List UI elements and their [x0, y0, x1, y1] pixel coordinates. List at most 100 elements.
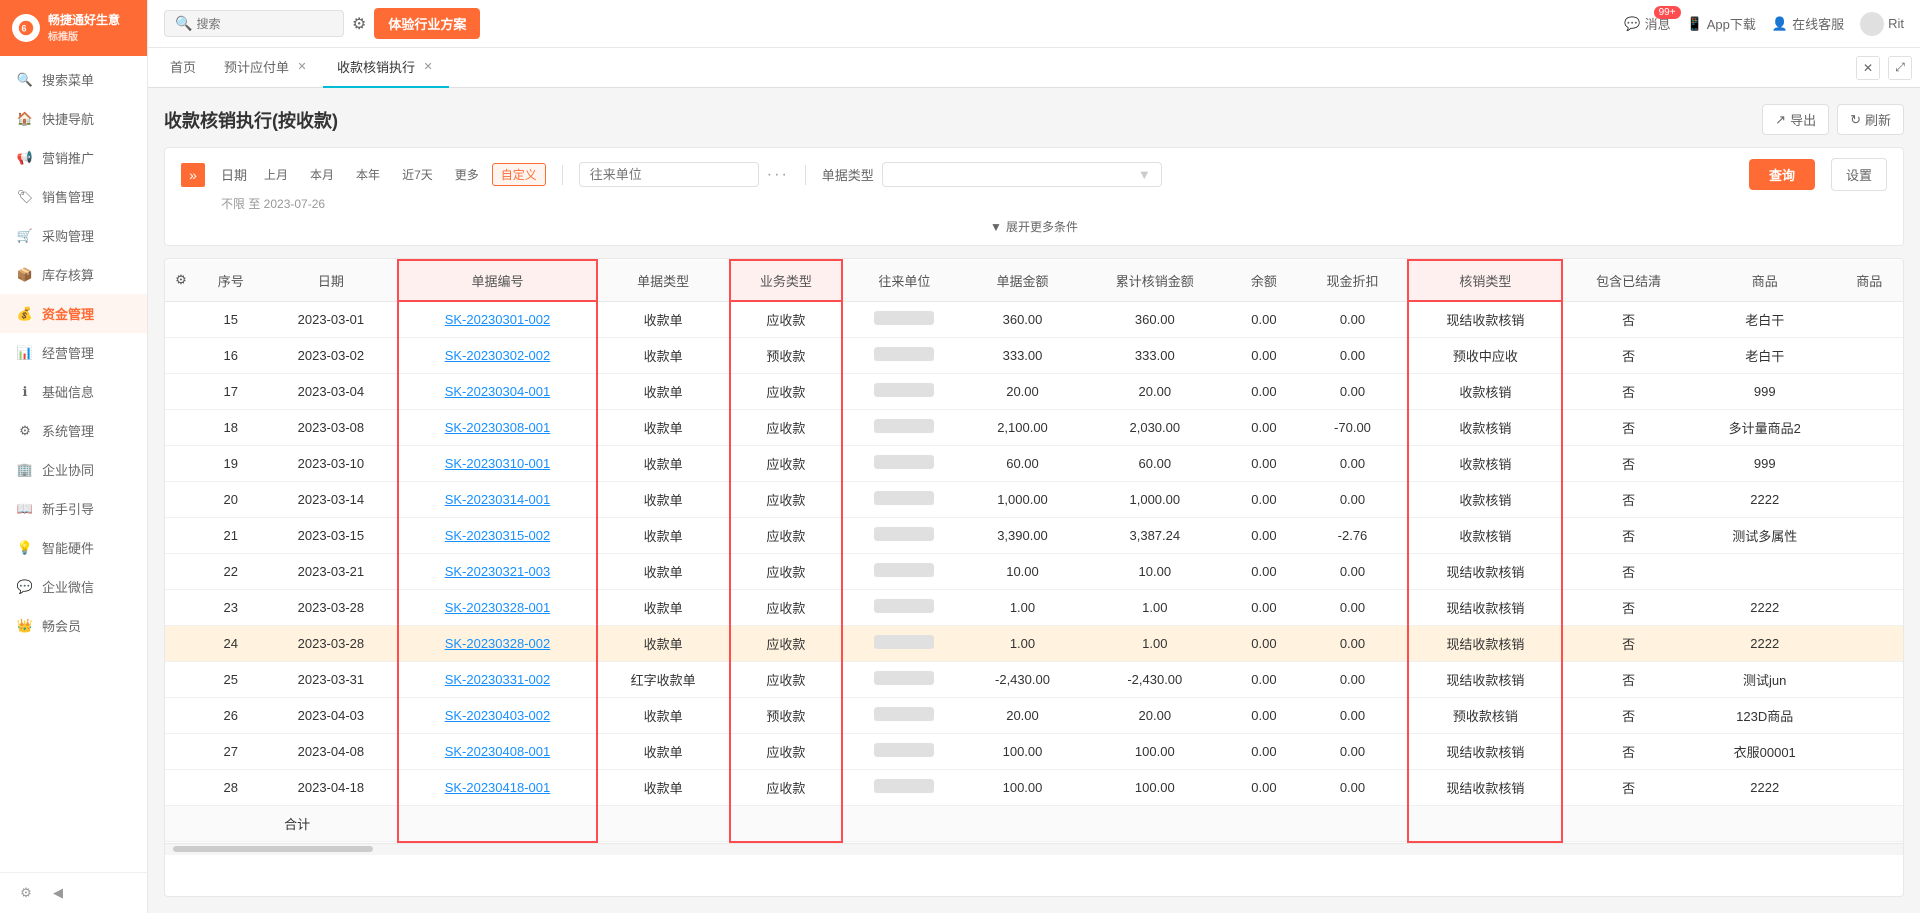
td-product2: [1836, 301, 1904, 338]
guide-icon: 📖: [16, 500, 34, 518]
sidebar-item-guide[interactable]: 📖 新手引导: [0, 489, 147, 528]
online-service-btn[interactable]: 👤 在线客服: [1772, 14, 1844, 33]
date-btn-this-year[interactable]: 本年: [347, 163, 389, 186]
tab-collection[interactable]: 收款核销执行 ✕: [323, 48, 449, 88]
sidebar-item-hardware[interactable]: 💡 智能硬件: [0, 528, 147, 567]
tab-collection-label: 收款核销执行: [337, 57, 415, 76]
td-product2: [1836, 734, 1904, 770]
date-btn-custom[interactable]: 自定义: [492, 163, 546, 186]
query-btn[interactable]: 查询: [1749, 159, 1815, 190]
sidebar-item-basic[interactable]: ℹ 基础信息: [0, 372, 147, 411]
td-include-settled: 否: [1562, 374, 1694, 410]
sidebar-item-enterprise[interactable]: 🏢 企业协同: [0, 450, 147, 489]
settings-btn[interactable]: 设置: [1831, 158, 1887, 191]
date-btn-7days[interactable]: 近7天: [393, 163, 442, 186]
settings-icon[interactable]: ⚙: [16, 883, 36, 903]
date-btn-more[interactable]: 更多: [446, 163, 488, 186]
sidebar-item-fund[interactable]: 💰 资金管理: [0, 294, 147, 333]
voucher-type-select[interactable]: ▼: [882, 162, 1162, 187]
voucher-link[interactable]: SK-20230403-002: [445, 708, 551, 723]
sidebar-item-member[interactable]: 👑 畅会员: [0, 606, 147, 645]
voucher-link[interactable]: SK-20230331-002: [445, 672, 551, 687]
date-btn-last-month[interactable]: 上月: [255, 163, 297, 186]
user-menu[interactable]: Rit: [1860, 12, 1904, 36]
close-window-btn[interactable]: ✕: [1856, 56, 1880, 80]
refresh-btn[interactable]: ↻ 刷新: [1837, 104, 1904, 135]
td-include-settled: 否: [1562, 626, 1694, 662]
total-voucher-no: [398, 806, 596, 842]
voucher-link[interactable]: SK-20230418-001: [445, 780, 551, 795]
voucher-link[interactable]: SK-20230408-001: [445, 744, 551, 759]
counterpart-input[interactable]: [579, 162, 759, 187]
filter-expand-btn[interactable]: »: [181, 163, 205, 187]
tab-prepaid[interactable]: 预计应付单 ✕: [210, 48, 323, 88]
th-cash-discount: 现金折扣: [1298, 260, 1409, 301]
th-settings[interactable]: ⚙: [165, 260, 197, 301]
col-settings-icon[interactable]: ⚙: [175, 272, 187, 287]
counterpart-dots[interactable]: ···: [767, 166, 789, 184]
messages-btn[interactable]: 💬 消息 99+: [1624, 14, 1670, 33]
date-btn-this-month[interactable]: 本月: [301, 163, 343, 186]
sidebar-item-operation[interactable]: 📊 经营管理: [0, 333, 147, 372]
td-writeoff-type: 现结收款核销: [1408, 734, 1562, 770]
voucher-link[interactable]: SK-20230328-001: [445, 600, 551, 615]
sidebar-item-system[interactable]: ⚙ 系统管理: [0, 411, 147, 450]
sidebar-item-wechat[interactable]: 💬 企业微信: [0, 567, 147, 606]
td-balance: 0.00: [1230, 698, 1297, 734]
td-settings: [165, 482, 197, 518]
sidebar-item-purchase[interactable]: 🛒 采购管理: [0, 216, 147, 255]
voucher-link[interactable]: SK-20230321-003: [445, 564, 551, 579]
voucher-link[interactable]: SK-20230310-001: [445, 456, 551, 471]
sidebar-item-quick[interactable]: 🏠 快捷导航: [0, 99, 147, 138]
td-include-settled: 否: [1562, 301, 1694, 338]
app-download-btn[interactable]: 📱 App下载: [1687, 14, 1756, 33]
td-product: 2222: [1694, 626, 1836, 662]
main-content: 🔍 ⚙ 体验行业方案 💬 消息 99+ 📱 App下载 👤 在线客服 R: [148, 0, 1920, 913]
td-counterpart: [842, 518, 966, 554]
voucher-link[interactable]: SK-20230301-002: [445, 312, 551, 327]
voucher-link[interactable]: SK-20230304-001: [445, 384, 551, 399]
td-cash-discount: 0.00: [1298, 446, 1409, 482]
filter-divider-1: [562, 165, 563, 185]
sidebar-item-label-member: 畅会员: [42, 616, 81, 635]
counterpart-blurred: [874, 635, 934, 649]
td-cumulative: 100.00: [1079, 770, 1230, 806]
sidebar-item-search[interactable]: 🔍 搜索菜单: [0, 60, 147, 99]
voucher-link[interactable]: SK-20230308-001: [445, 420, 551, 435]
industry-btn[interactable]: 体验行业方案: [374, 8, 480, 39]
td-amount: 1,000.00: [966, 482, 1080, 518]
maximize-btn[interactable]: ⤢: [1888, 56, 1912, 80]
sidebar-item-sales[interactable]: 🏷 销售管理: [0, 177, 147, 216]
tab-home[interactable]: 首页: [156, 48, 210, 88]
voucher-link[interactable]: SK-20230315-002: [445, 528, 551, 543]
td-cash-discount: 0.00: [1298, 338, 1409, 374]
collapse-icon[interactable]: ◀: [48, 883, 68, 903]
refresh-label: 刷新: [1865, 110, 1891, 129]
th-voucher-no: 单据编号: [398, 260, 596, 301]
search-input[interactable]: [196, 17, 316, 31]
total-product: [1694, 806, 1836, 842]
tab-home-label: 首页: [170, 57, 196, 76]
tab-prepaid-close[interactable]: ✕: [295, 60, 309, 74]
table-scroll[interactable]: ⚙ 序号 日期 单据编号 单据类型 业务类型 往来单位 单据金额 累计核销金额 …: [165, 259, 1903, 843]
gear-icon[interactable]: ⚙: [352, 14, 366, 34]
expand-more-label: 展开更多条件: [1006, 218, 1078, 235]
sales-icon: 🏷: [16, 188, 34, 206]
voucher-link[interactable]: SK-20230328-002: [445, 636, 551, 651]
sidebar-item-marketing[interactable]: 📢 营销推广: [0, 138, 147, 177]
voucher-link[interactable]: SK-20230314-001: [445, 492, 551, 507]
expand-more-btn[interactable]: ▼ 展开更多条件: [990, 218, 1078, 235]
topbar-right: 💬 消息 99+ 📱 App下载 👤 在线客服 Rit: [1624, 12, 1904, 36]
td-counterpart: [842, 410, 966, 446]
sidebar-item-inventory[interactable]: 📦 库存核算: [0, 255, 147, 294]
voucher-link[interactable]: SK-20230302-002: [445, 348, 551, 363]
export-btn[interactable]: ↗ 导出: [1762, 104, 1829, 135]
counterpart-blurred: [874, 455, 934, 469]
tab-collection-close[interactable]: ✕: [421, 60, 435, 74]
td-balance: 0.00: [1230, 626, 1297, 662]
scrollbar-thumb[interactable]: [173, 846, 373, 852]
table-scrollbar[interactable]: [165, 843, 1903, 855]
td-writeoff-type: 现结收款核销: [1408, 662, 1562, 698]
total-writeoff-type: [1408, 806, 1562, 842]
search-box[interactable]: 🔍: [164, 10, 344, 37]
